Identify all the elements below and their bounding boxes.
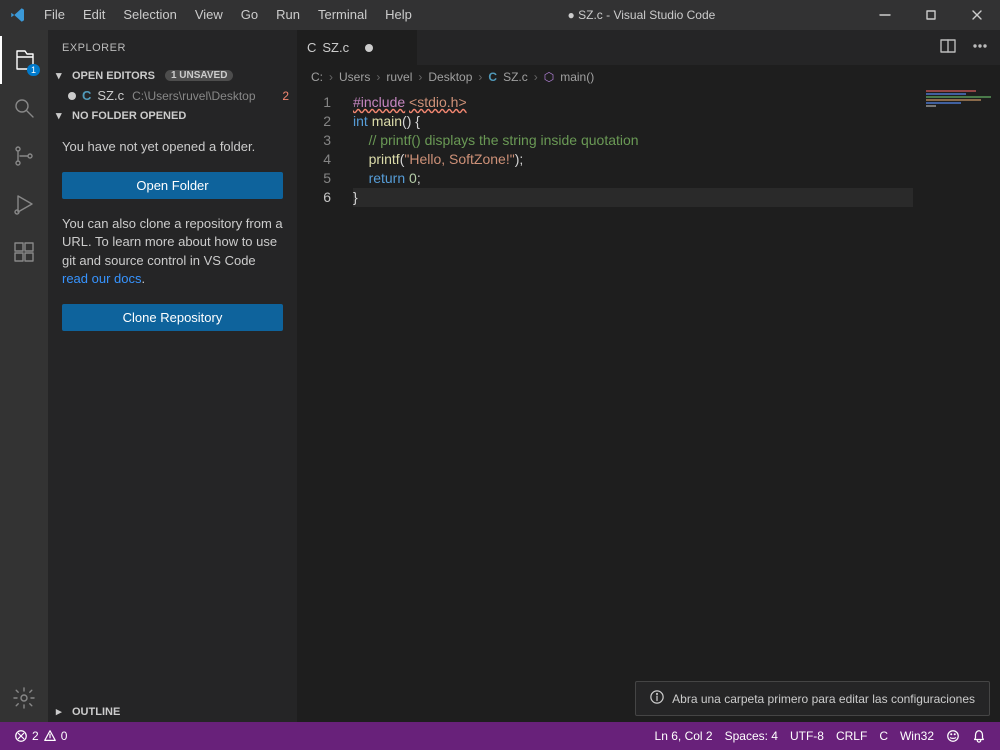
code-content[interactable]: #include <stdio.h>int main() { // printf…: [345, 89, 913, 722]
code-editor[interactable]: 123456 #include <stdio.h>int main() { //…: [297, 89, 1000, 722]
modified-dot-icon: [68, 92, 76, 100]
more-actions-button[interactable]: [968, 34, 992, 61]
sidebar-title: EXPLORER: [48, 30, 297, 65]
c-file-icon: C: [82, 88, 91, 103]
close-button[interactable]: [954, 0, 1000, 30]
status-feedback[interactable]: [940, 729, 966, 743]
minimize-button[interactable]: [862, 0, 908, 30]
chevron-right-icon: ▸: [56, 705, 68, 718]
status-notifications[interactable]: [966, 729, 992, 743]
status-target[interactable]: Win32: [894, 729, 940, 743]
file-path: C:\Users\ruvel\Desktop: [132, 89, 255, 103]
tab-sz-c[interactable]: C SZ.c: [297, 30, 417, 65]
no-folder-label: NO FOLDER OPENED: [72, 110, 186, 122]
no-folder-message: You have not yet opened a folder.: [48, 126, 297, 168]
title-bar: File Edit Selection View Go Run Terminal…: [0, 0, 1000, 30]
no-folder-header[interactable]: ▾ NO FOLDER OPENED: [48, 105, 297, 126]
activity-explorer[interactable]: 1: [0, 36, 48, 84]
unsaved-badge: 1 UNSAVED: [165, 70, 234, 81]
tab-label: SZ.c: [322, 40, 349, 55]
open-folder-button[interactable]: Open Folder: [62, 172, 283, 199]
explorer-badge: 1: [27, 64, 40, 76]
menu-go[interactable]: Go: [232, 0, 267, 30]
status-encoding[interactable]: UTF-8: [784, 729, 830, 743]
c-file-icon: C: [488, 70, 497, 84]
menu-bar: File Edit Selection View Go Run Terminal…: [35, 0, 421, 30]
status-language[interactable]: C: [873, 729, 894, 743]
line-gutter: 123456: [297, 89, 345, 722]
symbol-icon: ⬡: [544, 70, 554, 84]
status-indent[interactable]: Spaces: 4: [719, 729, 784, 743]
editor-area: C SZ.c C:› Users› ruvel› Desktop› C SZ.c…: [297, 30, 1000, 722]
status-eol[interactable]: CRLF: [830, 729, 873, 743]
window-title: ● SZ.c - Visual Studio Code: [421, 8, 862, 22]
chevron-down-icon: ▾: [56, 69, 68, 82]
activity-settings[interactable]: [0, 674, 48, 722]
menu-run[interactable]: Run: [267, 0, 309, 30]
c-file-icon: C: [307, 40, 316, 55]
window-controls: [862, 0, 1000, 30]
menu-selection[interactable]: Selection: [114, 0, 185, 30]
menu-file[interactable]: File: [35, 0, 74, 30]
outline-header[interactable]: ▸ OUTLINE: [48, 701, 297, 722]
status-problems[interactable]: 2 0: [8, 729, 73, 743]
activity-search[interactable]: [0, 84, 48, 132]
open-editors-header[interactable]: ▾ OPEN EDITORS 1 UNSAVED: [48, 65, 297, 86]
status-cursor[interactable]: Ln 6, Col 2: [649, 729, 719, 743]
toast-message: Abra una carpeta primero para editar las…: [672, 692, 975, 706]
file-name: SZ.c: [97, 88, 124, 103]
menu-view[interactable]: View: [186, 0, 232, 30]
file-problem-count: 2: [282, 89, 289, 103]
activity-extensions[interactable]: [0, 228, 48, 276]
clone-message: You can also clone a repository from a U…: [48, 203, 297, 300]
open-editor-file[interactable]: C SZ.c C:\Users\ruvel\Desktop 2: [48, 86, 297, 105]
vscode-logo-icon: [0, 6, 35, 24]
menu-terminal[interactable]: Terminal: [309, 0, 376, 30]
clone-repository-button[interactable]: Clone Repository: [62, 304, 283, 331]
menu-edit[interactable]: Edit: [74, 0, 114, 30]
open-editors-label: OPEN EDITORS: [72, 70, 155, 82]
breadcrumb[interactable]: C:› Users› ruvel› Desktop› C SZ.c› ⬡ mai…: [297, 65, 1000, 89]
split-editor-button[interactable]: [936, 34, 960, 61]
notification-toast[interactable]: Abra una carpeta primero para editar las…: [635, 681, 990, 716]
tab-bar: C SZ.c: [297, 30, 1000, 65]
activity-source-control[interactable]: [0, 132, 48, 180]
chevron-down-icon: ▾: [56, 109, 68, 122]
activity-run-debug[interactable]: [0, 180, 48, 228]
read-docs-link[interactable]: read our docs: [62, 271, 142, 286]
activity-bar: 1: [0, 30, 48, 722]
outline-label: OUTLINE: [72, 706, 120, 718]
status-bar: 2 0 Ln 6, Col 2 Spaces: 4 UTF-8 CRLF C W…: [0, 722, 1000, 750]
explorer-sidebar: EXPLORER ▾ OPEN EDITORS 1 UNSAVED C SZ.c…: [48, 30, 297, 722]
info-icon: [650, 690, 664, 707]
modified-dot-icon: [365, 44, 373, 52]
menu-help[interactable]: Help: [376, 0, 421, 30]
maximize-button[interactable]: [908, 0, 954, 30]
